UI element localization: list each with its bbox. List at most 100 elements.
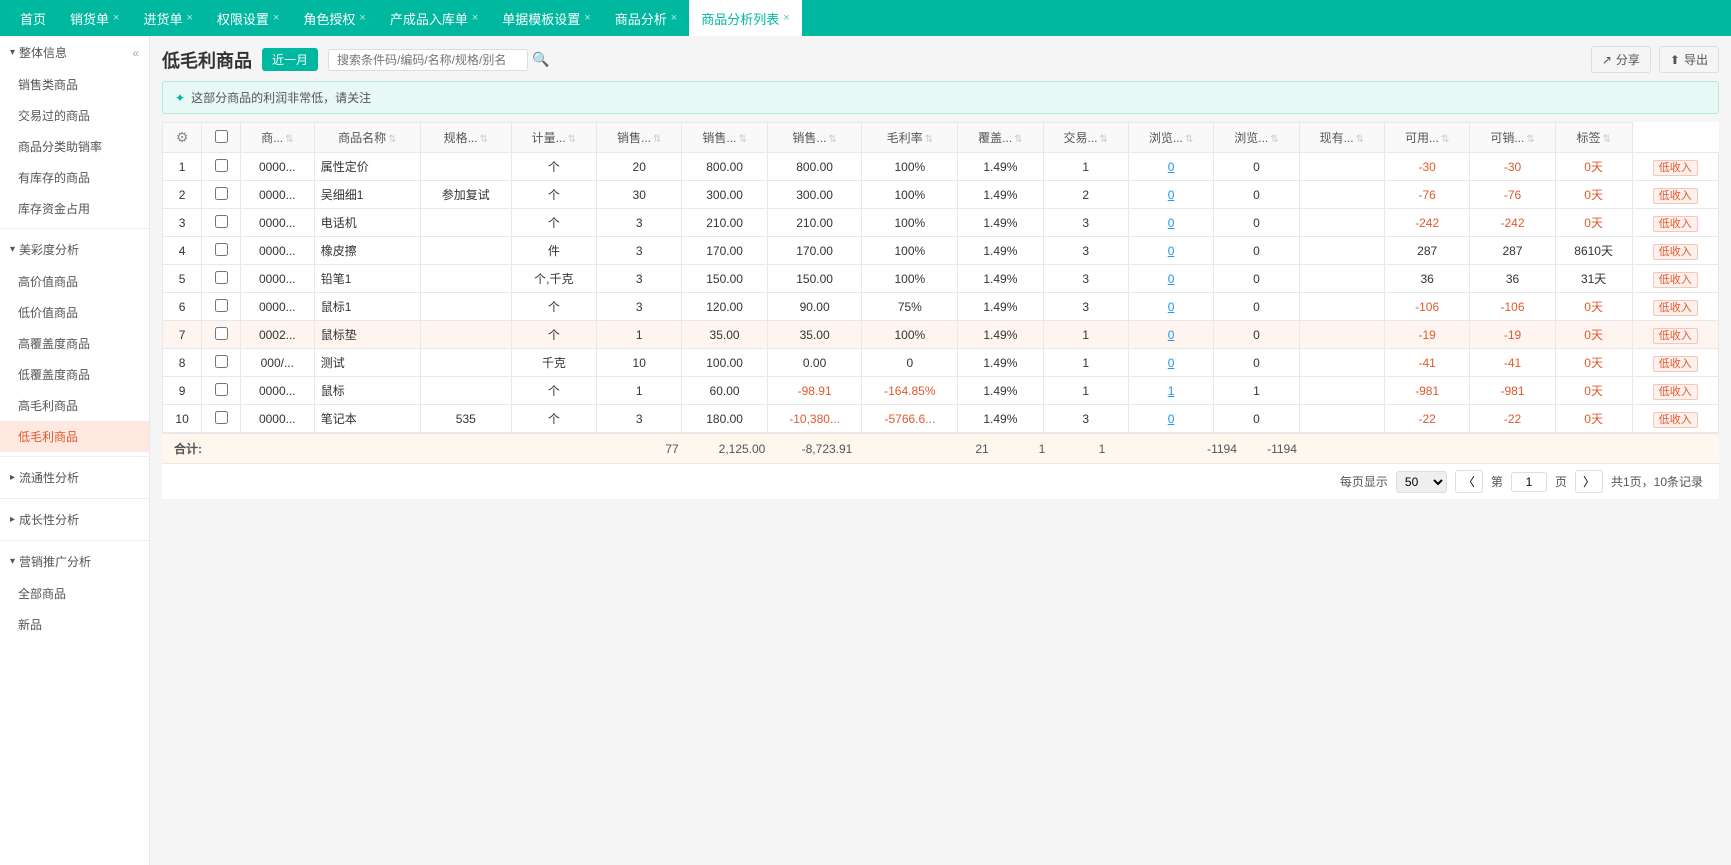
close-icon[interactable]: × [273, 12, 279, 24]
page-label: 第 [1491, 473, 1503, 490]
sidebar-group-liquidity[interactable]: ▸ 流通性分析 [0, 461, 149, 494]
row-checkbox[interactable] [202, 237, 241, 265]
close-icon[interactable]: × [584, 12, 590, 24]
row-days: 31天 [1555, 265, 1632, 293]
row-trade: 0 [1128, 181, 1213, 209]
col-spec-header[interactable]: 规格...⇅ [420, 123, 511, 153]
row-checkbox[interactable] [202, 265, 241, 293]
nav-permissions[interactable]: 权限设置 × [205, 0, 291, 36]
settings-icon-button[interactable]: ⚙ [176, 129, 189, 146]
row-checkbox[interactable] [202, 293, 241, 321]
row-checkbox[interactable] [202, 349, 241, 377]
row-browse1: 1 [1214, 377, 1299, 405]
row-browse1: 0 [1214, 321, 1299, 349]
col-checkbox[interactable] [202, 123, 241, 153]
col-stock1-header[interactable]: 现有...⇅ [1299, 123, 1384, 153]
row-checkbox[interactable] [202, 321, 241, 349]
sidebar-item-traded-products[interactable]: 交易过的商品 [0, 100, 149, 131]
nav-purchase-order[interactable]: 进货单 × [131, 0, 204, 36]
sidebar-item-high-coverage[interactable]: 高覆盖度商品 [0, 328, 149, 359]
row-rate1: 100% [862, 181, 958, 209]
col-code-header[interactable]: 商...⇅ [240, 123, 314, 153]
col-gross-rate-header[interactable]: 毛利率⇅ [862, 123, 958, 153]
row-browse1: 0 [1214, 153, 1299, 181]
close-icon[interactable]: × [359, 12, 365, 24]
sidebar-item-category-sales-rate[interactable]: 商品分类助销率 [0, 131, 149, 162]
nav-home[interactable]: 首页 [8, 0, 58, 36]
next-page-button[interactable]: 〉 [1575, 470, 1603, 493]
row-unit: 个,千克 [511, 265, 596, 293]
col-sales-price1-header[interactable]: 销售...⇅ [682, 123, 767, 153]
row-checkbox[interactable] [202, 181, 241, 209]
col-coverage-header[interactable]: 覆盖...⇅ [958, 123, 1043, 153]
row-price2: 800.00 [767, 153, 862, 181]
col-sales-qty-header[interactable]: 销售...⇅ [597, 123, 682, 153]
row-name: 笔记本 [314, 405, 420, 433]
nav-template-settings[interactable]: 单据模板设置 × [490, 0, 602, 36]
sidebar-item-inventory-capital[interactable]: 库存资金占用 [0, 193, 149, 224]
select-all-checkbox[interactable] [215, 130, 228, 143]
close-icon[interactable]: × [783, 12, 789, 24]
row-name: 鼠标 [314, 377, 420, 405]
pagination-summary: 共1页，10条记录 [1611, 473, 1703, 490]
sidebar-group-marketing[interactable]: ▾ 营销推广分析 [0, 545, 149, 578]
sidebar-item-high-margin[interactable]: 高毛利商品 [0, 390, 149, 421]
close-icon[interactable]: × [186, 12, 192, 24]
close-icon[interactable]: × [113, 12, 119, 24]
page-number-input[interactable] [1511, 472, 1547, 492]
row-spec [420, 349, 511, 377]
nav-product-analysis-list[interactable]: 商品分析列表 × [689, 0, 801, 36]
share-button[interactable]: ↗ 分享 [1591, 46, 1651, 73]
prev-page-button[interactable]: 〈 [1455, 470, 1483, 493]
col-browse1-header[interactable]: 浏览...⇅ [1128, 123, 1213, 153]
col-tag-header[interactable]: 标签⇅ [1555, 123, 1632, 153]
sidebar-group-value-analysis[interactable]: ▾ 美彩度分析 [0, 233, 149, 266]
row-checkbox[interactable] [202, 153, 241, 181]
row-tag: 低收入 [1632, 237, 1718, 265]
col-trade-header[interactable]: 交易...⇅ [1043, 123, 1128, 153]
row-checkbox[interactable] [202, 209, 241, 237]
sidebar-item-low-value[interactable]: 低价值商品 [0, 297, 149, 328]
nav-product-entry[interactable]: 产成品入库单 × [378, 0, 490, 36]
row-qty: 30 [597, 181, 682, 209]
row-gross-rate: 1.49% [958, 293, 1043, 321]
row-gross-rate: 1.49% [958, 349, 1043, 377]
col-sales-price2-header[interactable]: 销售...⇅ [767, 123, 862, 153]
row-browse1: 0 [1214, 265, 1299, 293]
close-icon[interactable]: × [472, 12, 478, 24]
search-input[interactable] [328, 49, 528, 71]
sidebar-item-low-coverage[interactable]: 低覆盖度商品 [0, 359, 149, 390]
sidebar-group-growth[interactable]: ▸ 成长性分析 [0, 503, 149, 536]
per-page-select[interactable]: 50 100 200 [1396, 471, 1447, 493]
sidebar-item-new-products[interactable]: 新品 [0, 609, 149, 640]
row-spec [420, 321, 511, 349]
footer-browse: 1 [1072, 442, 1132, 456]
row-unit: 个 [511, 377, 596, 405]
export-button[interactable]: ⬆ 导出 [1659, 46, 1719, 73]
sidebar-item-high-value[interactable]: 高价值商品 [0, 266, 149, 297]
period-button[interactable]: 近一月 [262, 48, 318, 71]
sidebar-group-overall[interactable]: ▾ 整体信息 « [0, 36, 149, 69]
nav-sales-order[interactable]: 销货单 × [58, 0, 131, 36]
col-days-header[interactable]: 可销...⇅ [1470, 123, 1555, 153]
col-settings[interactable]: ⚙ [163, 123, 202, 153]
nav-product-analysis[interactable]: 商品分析 × [603, 0, 689, 36]
row-browse2 [1299, 377, 1384, 405]
row-checkbox[interactable] [202, 377, 241, 405]
row-unit: 件 [511, 237, 596, 265]
sidebar-item-all-products[interactable]: 全部商品 [0, 578, 149, 609]
row-checkbox[interactable] [202, 405, 241, 433]
col-name-header[interactable]: 商品名称⇅ [314, 123, 420, 153]
col-stock2-header[interactable]: 可用...⇅ [1384, 123, 1469, 153]
divider [0, 498, 149, 499]
sidebar-item-sales-products[interactable]: 销售类商品 [0, 69, 149, 100]
sidebar-item-in-stock[interactable]: 有库存的商品 [0, 162, 149, 193]
col-browse2-header[interactable]: 浏览...⇅ [1214, 123, 1299, 153]
sidebar-item-low-margin[interactable]: 低毛利商品 [0, 421, 149, 452]
nav-role-auth[interactable]: 角色授权 × [291, 0, 377, 36]
collapse-icon[interactable]: « [132, 46, 139, 60]
row-tag: 低收入 [1632, 181, 1718, 209]
close-icon[interactable]: × [671, 12, 677, 24]
col-unit-header[interactable]: 计量...⇅ [511, 123, 596, 153]
search-button[interactable]: 🔍 [528, 49, 553, 70]
